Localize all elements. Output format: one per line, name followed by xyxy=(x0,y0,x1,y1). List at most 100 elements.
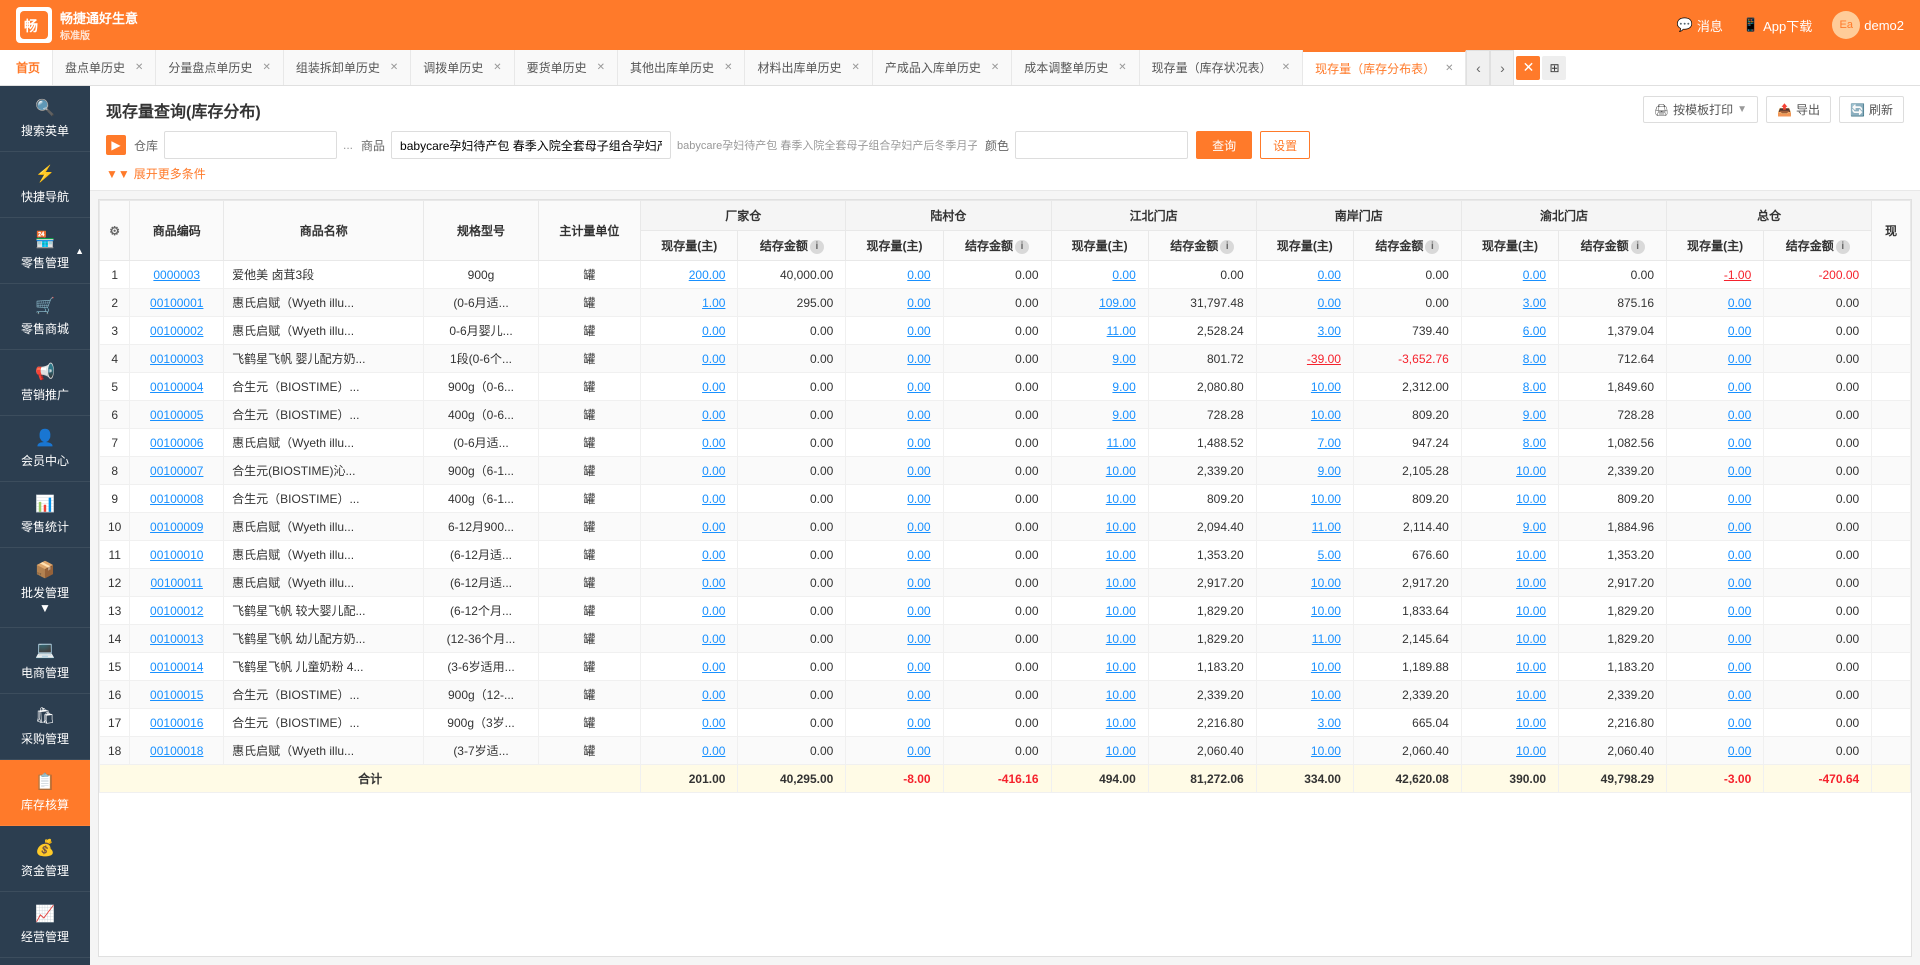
sidebar-item-marketing[interactable]: 📢 营销推广 xyxy=(0,350,90,416)
row-factory-amt: 0.00 xyxy=(738,569,846,597)
sidebar-item-member[interactable]: 👤 会员中心 xyxy=(0,416,90,482)
row-no: 2 xyxy=(100,289,130,317)
toggle-search-btn[interactable]: ▶ xyxy=(106,135,126,155)
color-group: 颜色 xyxy=(985,131,1188,159)
sidebar-item-purchase[interactable]: 🛍 采购管理 xyxy=(0,694,90,760)
refresh-btn[interactable]: 🔄 刷新 xyxy=(1839,96,1904,123)
tab-close-xiancun2[interactable]: ✕ xyxy=(1445,63,1453,74)
sidebar-item-inventory[interactable]: 📋 库存核算 xyxy=(0,760,90,826)
export-btn[interactable]: 📤 导出 xyxy=(1766,96,1831,123)
nanan-amt-info[interactable]: i xyxy=(1425,240,1439,254)
top-header: 畅 畅捷通好生意 标准版 💬 消息 📱 App下载 Ea demo2 xyxy=(0,0,1920,50)
tab-close-fenpandian[interactable]: ✕ xyxy=(262,62,270,73)
sidebar-item-operation[interactable]: 📈 经营管理 xyxy=(0,892,90,958)
sidebar-nav-label: 快捷导航 xyxy=(4,188,86,205)
row-factory-qty: 0.00 xyxy=(641,401,738,429)
tab-expand-btn[interactable]: ⊞ xyxy=(1542,56,1566,80)
yubei-amt-info[interactable]: i xyxy=(1631,240,1645,254)
tab-yaohuo[interactable]: 要货单历史 ✕ xyxy=(515,50,618,86)
warehouse-input[interactable] xyxy=(164,131,337,159)
row-nanan-amt: 2,339.20 xyxy=(1353,681,1461,709)
warehouse-ellipsis[interactable]: ... xyxy=(343,138,353,152)
tab-close-qtchu[interactable]: ✕ xyxy=(724,62,732,73)
sidebar-item-wholesale[interactable]: 📦 批发管理 xyxy=(0,548,90,628)
row-no: 7 xyxy=(100,429,130,457)
row-factory-qty: 0.00 xyxy=(641,345,738,373)
row-nanan-qty: 10.00 xyxy=(1256,653,1353,681)
sidebar-item-nav[interactable]: ⚡ 快捷导航 xyxy=(0,152,90,218)
row-nanan-qty: 10.00 xyxy=(1256,373,1353,401)
tab-xiancun2[interactable]: 现存量（库存分布表） ✕ xyxy=(1303,50,1466,86)
tab-close-yaohuo[interactable]: ✕ xyxy=(597,62,605,73)
tab-xiancun1[interactable]: 现存量（库存状况表） ✕ xyxy=(1140,50,1303,86)
product-group: 商品 babycare孕妇待产包 春季入院全套母子组合孕妇产后冬季月子用品 22… xyxy=(361,131,977,159)
tab-close-chengpin[interactable]: ✕ xyxy=(991,62,999,73)
row-no: 12 xyxy=(100,569,130,597)
tab-close-cailiao[interactable]: ✕ xyxy=(851,62,859,73)
th-lu-group: 陆村仓 xyxy=(846,201,1051,231)
tab-close-xiancun1[interactable]: ✕ xyxy=(1282,62,1290,73)
row-yubei-amt: 712.64 xyxy=(1559,345,1667,373)
tab-close-diaopo[interactable]: ✕ xyxy=(493,62,501,73)
setting-btn[interactable]: 设置 xyxy=(1260,131,1310,159)
tab-close-all-btn[interactable]: ✕ xyxy=(1516,56,1540,80)
lu-amt-info[interactable]: i xyxy=(1015,240,1029,254)
row-name: 合生元（BIOSTIME）... xyxy=(224,485,424,513)
tab-chengpin[interactable]: 产成品入库单历史 ✕ xyxy=(873,50,1012,86)
row-code: 00100007 xyxy=(130,457,224,485)
sidebar-item-retail-stats[interactable]: 📊 零售统计 xyxy=(0,482,90,548)
query-btn[interactable]: 查询 xyxy=(1196,131,1252,159)
row-name: 惠氏启赋（Wyeth illu... xyxy=(224,317,424,345)
row-nanan-amt: 1,833.64 xyxy=(1353,597,1461,625)
tab-chengben[interactable]: 成本调整单历史 ✕ xyxy=(1012,50,1139,86)
factory-amt-info[interactable]: i xyxy=(810,240,824,254)
row-total-qty: 0.00 xyxy=(1667,345,1764,373)
row-yubei-amt: 1,829.20 xyxy=(1559,597,1667,625)
tab-fenpandian[interactable]: 分量盘点单历史 ✕ xyxy=(156,50,283,86)
table-container[interactable]: ⚙ 商品编码 商品名称 规格型号 主计量单位 厂家仓 陆村仓 江北门店 南岸门店… xyxy=(98,199,1912,957)
jiangbei-amt-info[interactable]: i xyxy=(1220,240,1234,254)
product-input[interactable] xyxy=(391,131,671,159)
row-lu-amt: 0.00 xyxy=(943,597,1051,625)
user-avatar-area[interactable]: Ea demo2 xyxy=(1832,11,1904,39)
row-nanan-qty: -39.00 xyxy=(1256,345,1353,373)
sidebar-item-basic[interactable]: ℹ 基础信息 xyxy=(0,958,90,965)
sidebar-item-retail[interactable]: 🏪 零售管理 xyxy=(0,218,90,284)
sidebar-item-mall[interactable]: 🛒 零售商城 xyxy=(0,284,90,350)
sidebar-item-finance[interactable]: 💰 资金管理 xyxy=(0,826,90,892)
print-btn[interactable]: 🖨 按模板打印 ▼ xyxy=(1643,96,1758,123)
operation-icon: 📈 xyxy=(4,904,86,924)
row-no: 15 xyxy=(100,653,130,681)
gear-icon[interactable]: ⚙ xyxy=(109,224,120,238)
total-amt-info[interactable]: i xyxy=(1836,240,1850,254)
row-code: 00100002 xyxy=(130,317,224,345)
row-code: 00100015 xyxy=(130,681,224,709)
tab-home[interactable]: 首页 xyxy=(4,50,53,86)
tab-qtchu[interactable]: 其他出库单历史 ✕ xyxy=(618,50,745,86)
tab-zuzhang[interactable]: 组装拆卸单历史 ✕ xyxy=(284,50,411,86)
row-code: 00100012 xyxy=(130,597,224,625)
tab-pandian[interactable]: 盘点单历史 ✕ xyxy=(53,50,156,86)
sidebar-item-search[interactable]: 🔍 搜索英单 xyxy=(0,86,90,152)
tab-prev-btn[interactable]: ‹ xyxy=(1466,50,1490,86)
row-jiangbei-amt: 2,339.20 xyxy=(1148,681,1256,709)
summary-nanan-amt: 42,620.08 xyxy=(1353,765,1461,793)
color-input[interactable] xyxy=(1015,131,1188,159)
message-btn[interactable]: 💬 消息 xyxy=(1677,16,1723,35)
tab-close-chengben[interactable]: ✕ xyxy=(1118,62,1126,73)
table-row: 13 00100012 飞鹤星飞帆 较大婴儿配... (6-12个月... 罐 … xyxy=(100,597,1911,625)
sidebar-item-ecommerce[interactable]: 💻 电商管理 xyxy=(0,628,90,694)
table-row: 6 00100005 合生元（BIOSTIME）... 400g（0-6... … xyxy=(100,401,1911,429)
expand-btn[interactable]: ▼▼ 展开更多条件 xyxy=(106,165,206,182)
row-factory-amt: 0.00 xyxy=(738,513,846,541)
app-download-btn[interactable]: 📱 App下载 xyxy=(1743,16,1812,35)
tab-cailiao[interactable]: 材料出库单历史 ✕ xyxy=(745,50,872,86)
summary-yubei-amt: 49,798.29 xyxy=(1559,765,1667,793)
tab-next-btn[interactable]: › xyxy=(1490,50,1514,86)
tab-close-pandian[interactable]: ✕ xyxy=(135,62,143,73)
row-factory-qty: 0.00 xyxy=(641,317,738,345)
tab-diaopo[interactable]: 调拨单历史 ✕ xyxy=(411,50,514,86)
th-nanan-amt: 结存金额i xyxy=(1353,231,1461,261)
tab-close-zuzhang[interactable]: ✕ xyxy=(390,62,398,73)
th-gear[interactable]: ⚙ xyxy=(100,201,130,261)
